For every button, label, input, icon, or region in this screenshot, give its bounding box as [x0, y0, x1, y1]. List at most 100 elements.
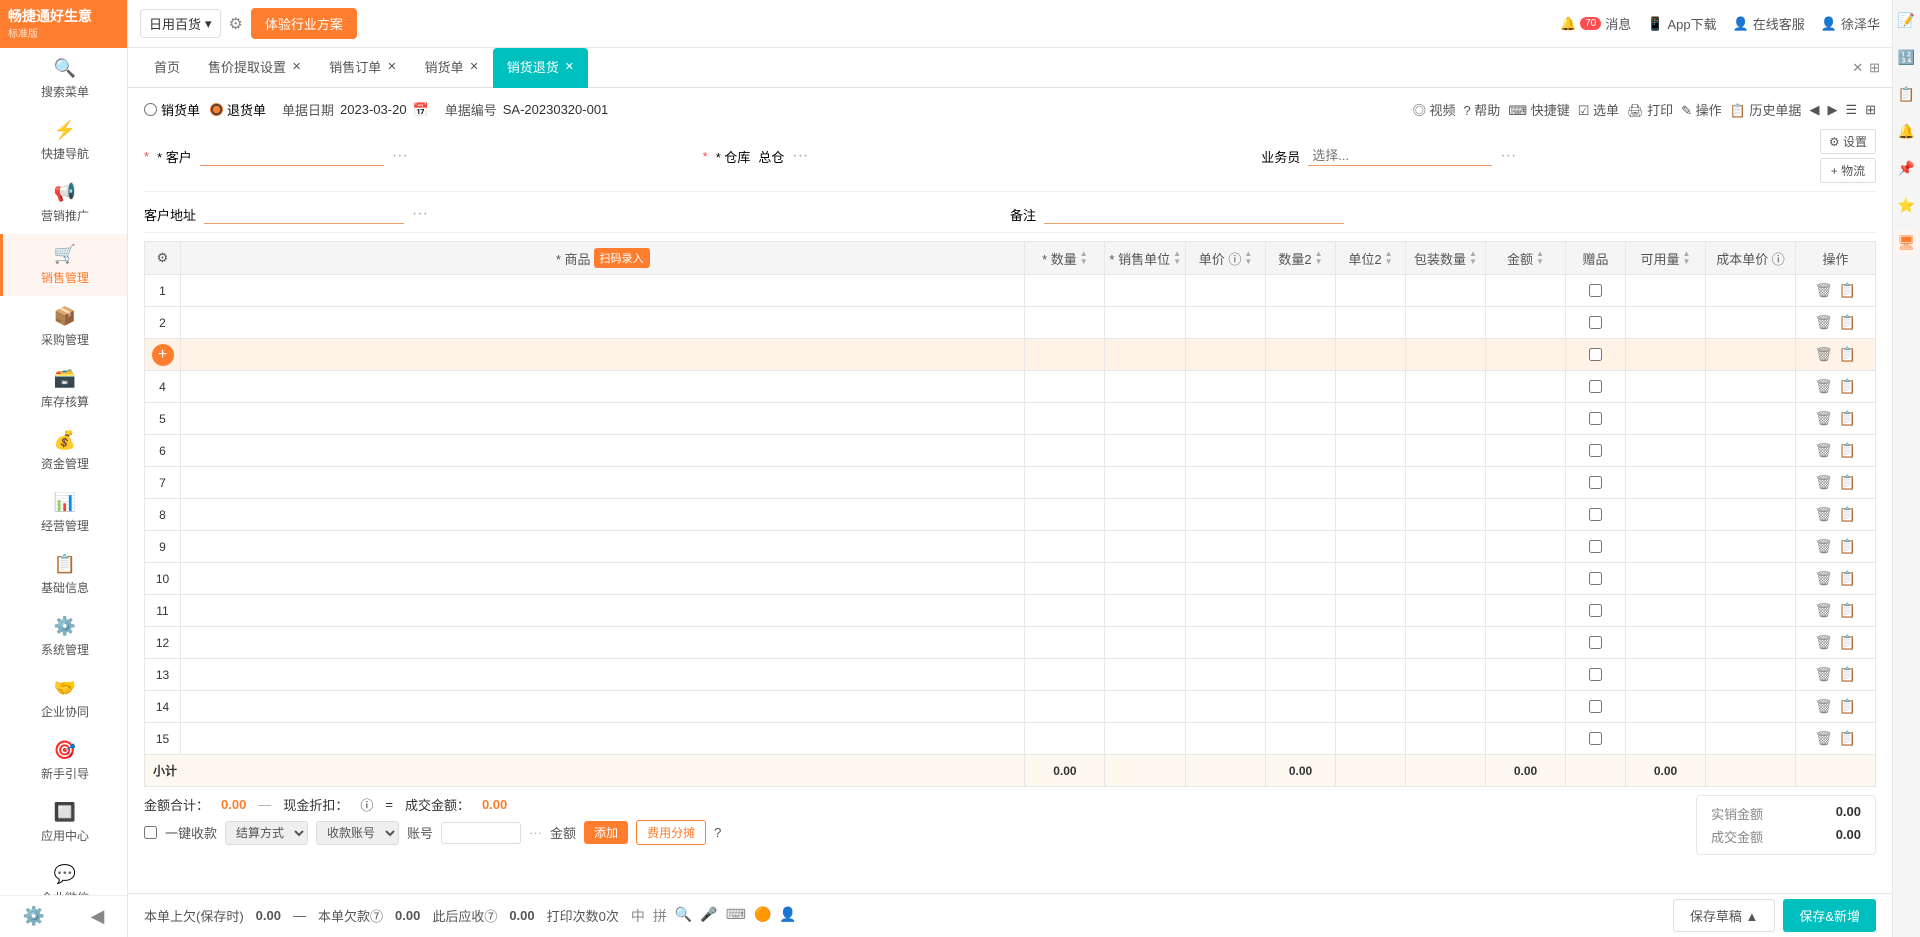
settlement-select[interactable]: 结算方式 [225, 821, 308, 845]
pkg-cell-11[interactable] [1406, 595, 1486, 627]
warehouse-select-btn[interactable]: ··· [792, 147, 808, 165]
gift-cell-7[interactable] [1566, 467, 1626, 499]
qty-cell-9[interactable] [1025, 531, 1105, 563]
qty2-cell-4[interactable] [1266, 371, 1336, 403]
avail-cell-8[interactable] [1626, 499, 1706, 531]
sidebar-item-shortcut[interactable]: ⚡ 快捷导航 [0, 110, 127, 172]
avail-cell-13[interactable] [1626, 659, 1706, 691]
price-cell-8[interactable] [1186, 499, 1266, 531]
delete-icon-3[interactable]: 🗑 [1815, 346, 1833, 363]
right-panel-icon-5[interactable]: ⭐ [1894, 193, 1919, 218]
avail-cell-15[interactable] [1626, 723, 1706, 755]
gift-cell-13[interactable] [1566, 659, 1626, 691]
amount-cell-6[interactable] [1486, 435, 1566, 467]
list-view-btn[interactable]: ☰ [1845, 102, 1857, 118]
amount-cell-3[interactable] [1486, 339, 1566, 371]
expense-button[interactable]: 费用分摊 [636, 820, 706, 845]
goods-input[interactable] [185, 347, 1020, 362]
tool-icon-6[interactable]: 👤 [779, 906, 796, 926]
amount-sort[interactable]: ▲▼ [1536, 250, 1544, 266]
unit-cell-11[interactable] [1105, 595, 1186, 627]
one-click-checkbox[interactable] [144, 826, 157, 839]
tab-sales-close[interactable]: ✕ [470, 60, 479, 73]
cost-cell-12[interactable] [1706, 627, 1796, 659]
pkg-cell-1[interactable] [1406, 275, 1486, 307]
qty2-cell-1[interactable] [1266, 275, 1336, 307]
cost-cell-13[interactable] [1706, 659, 1796, 691]
sidebar-item-apps[interactable]: 🔲 应用中心 [0, 792, 127, 854]
unit2-cell-5[interactable] [1336, 403, 1406, 435]
gift-cell-1[interactable] [1566, 275, 1626, 307]
pkg-cell-3[interactable] [1406, 339, 1486, 371]
qty2-cell-14[interactable] [1266, 691, 1336, 723]
cost-cell-10[interactable] [1706, 563, 1796, 595]
qty-cell-4[interactable] [1025, 371, 1105, 403]
tab-return-close[interactable]: ✕ [565, 60, 574, 73]
tab-price-settings[interactable]: 售价提取设置 ✕ [194, 48, 315, 88]
customer-input[interactable] [200, 146, 384, 166]
amount-cell-8[interactable] [1486, 499, 1566, 531]
app-download-item[interactable]: 📱 App下载 [1647, 14, 1716, 33]
pkg-cell-6[interactable] [1406, 435, 1486, 467]
cost-cell-8[interactable] [1706, 499, 1796, 531]
delete-icon-4[interactable]: 🗑 [1815, 378, 1833, 395]
right-panel-icon-3[interactable]: 🔔 [1894, 119, 1919, 144]
qty2-cell-9[interactable] [1266, 531, 1336, 563]
qty-sort[interactable]: ▲▼ [1080, 250, 1088, 266]
copy-icon-13[interactable]: 📋 [1839, 666, 1856, 683]
right-panel-icon-1[interactable]: 🔢 [1894, 45, 1919, 70]
goods-cell-11[interactable] [181, 595, 1025, 627]
save-new-button[interactable]: 保存&新增 [1783, 899, 1876, 932]
radio-return[interactable]: 退货单 [210, 100, 266, 119]
price-cell-12[interactable] [1186, 627, 1266, 659]
unit-cell-13[interactable] [1105, 659, 1186, 691]
copy-icon-3[interactable]: 📋 [1839, 346, 1856, 363]
pkg-cell-10[interactable] [1406, 563, 1486, 595]
unit-cell-1[interactable] [1105, 275, 1186, 307]
unit2-cell-7[interactable] [1336, 467, 1406, 499]
amount-cell-1[interactable] [1486, 275, 1566, 307]
price-cell-11[interactable] [1186, 595, 1266, 627]
sidebar-collapse-btn[interactable]: ◀ [90, 906, 104, 927]
delete-icon-5[interactable]: 🗑 [1815, 410, 1833, 427]
pkg-sort[interactable]: ▲▼ [1469, 250, 1477, 266]
tab-home[interactable]: 首页 [140, 48, 194, 88]
gift-checkbox-14[interactable] [1589, 700, 1602, 713]
avail-cell-3[interactable] [1626, 339, 1706, 371]
delete-icon-1[interactable]: 🗑 [1815, 282, 1833, 299]
qty-cell-1[interactable] [1025, 275, 1105, 307]
unit2-cell-11[interactable] [1336, 595, 1406, 627]
avail-cell-12[interactable] [1626, 627, 1706, 659]
unit-cell-10[interactable] [1105, 563, 1186, 595]
sidebar-item-wechat[interactable]: 💬 企业微信 [0, 854, 127, 895]
gift-checkbox-8[interactable] [1589, 508, 1602, 521]
delete-icon-15[interactable]: 🗑 [1815, 730, 1833, 747]
avail-cell-1[interactable] [1626, 275, 1706, 307]
table-settings-icon[interactable]: ⚙ [157, 250, 169, 265]
delete-icon-2[interactable]: 🗑 [1815, 314, 1833, 331]
avail-cell-7[interactable] [1626, 467, 1706, 499]
copy-icon-15[interactable]: 📋 [1839, 730, 1856, 747]
sidebar-item-inventory[interactable]: 🗃️ 库存核算 [0, 358, 127, 420]
delete-icon-8[interactable]: 🗑 [1815, 506, 1833, 523]
print-btn[interactable]: 🖨 打印 [1627, 100, 1673, 119]
radio-sale-input[interactable] [144, 103, 157, 116]
qty-cell-13[interactable] [1025, 659, 1105, 691]
tab-sales-order[interactable]: 销售订单 ✕ [315, 48, 410, 88]
sidebar-item-purchase[interactable]: 📦 采购管理 [0, 296, 127, 358]
remark-input[interactable] [1044, 204, 1344, 224]
qty-cell-6[interactable] [1025, 435, 1105, 467]
copy-icon-6[interactable]: 📋 [1839, 442, 1856, 459]
copy-icon-10[interactable]: 📋 [1839, 570, 1856, 587]
copy-icon-7[interactable]: 📋 [1839, 474, 1856, 491]
unit-cell-3[interactable] [1105, 339, 1186, 371]
add-row-button[interactable]: + [152, 344, 174, 366]
gift-checkbox-2[interactable] [1589, 316, 1602, 329]
avail-cell-9[interactable] [1626, 531, 1706, 563]
delete-icon-10[interactable]: 🗑 [1815, 570, 1833, 587]
delete-icon-7[interactable]: 🗑 [1815, 474, 1833, 491]
avail-sort[interactable]: ▲▼ [1683, 250, 1691, 266]
operation-btn[interactable]: ✎ 操作 [1681, 100, 1722, 119]
pkg-cell-8[interactable] [1406, 499, 1486, 531]
gift-cell-9[interactable] [1566, 531, 1626, 563]
